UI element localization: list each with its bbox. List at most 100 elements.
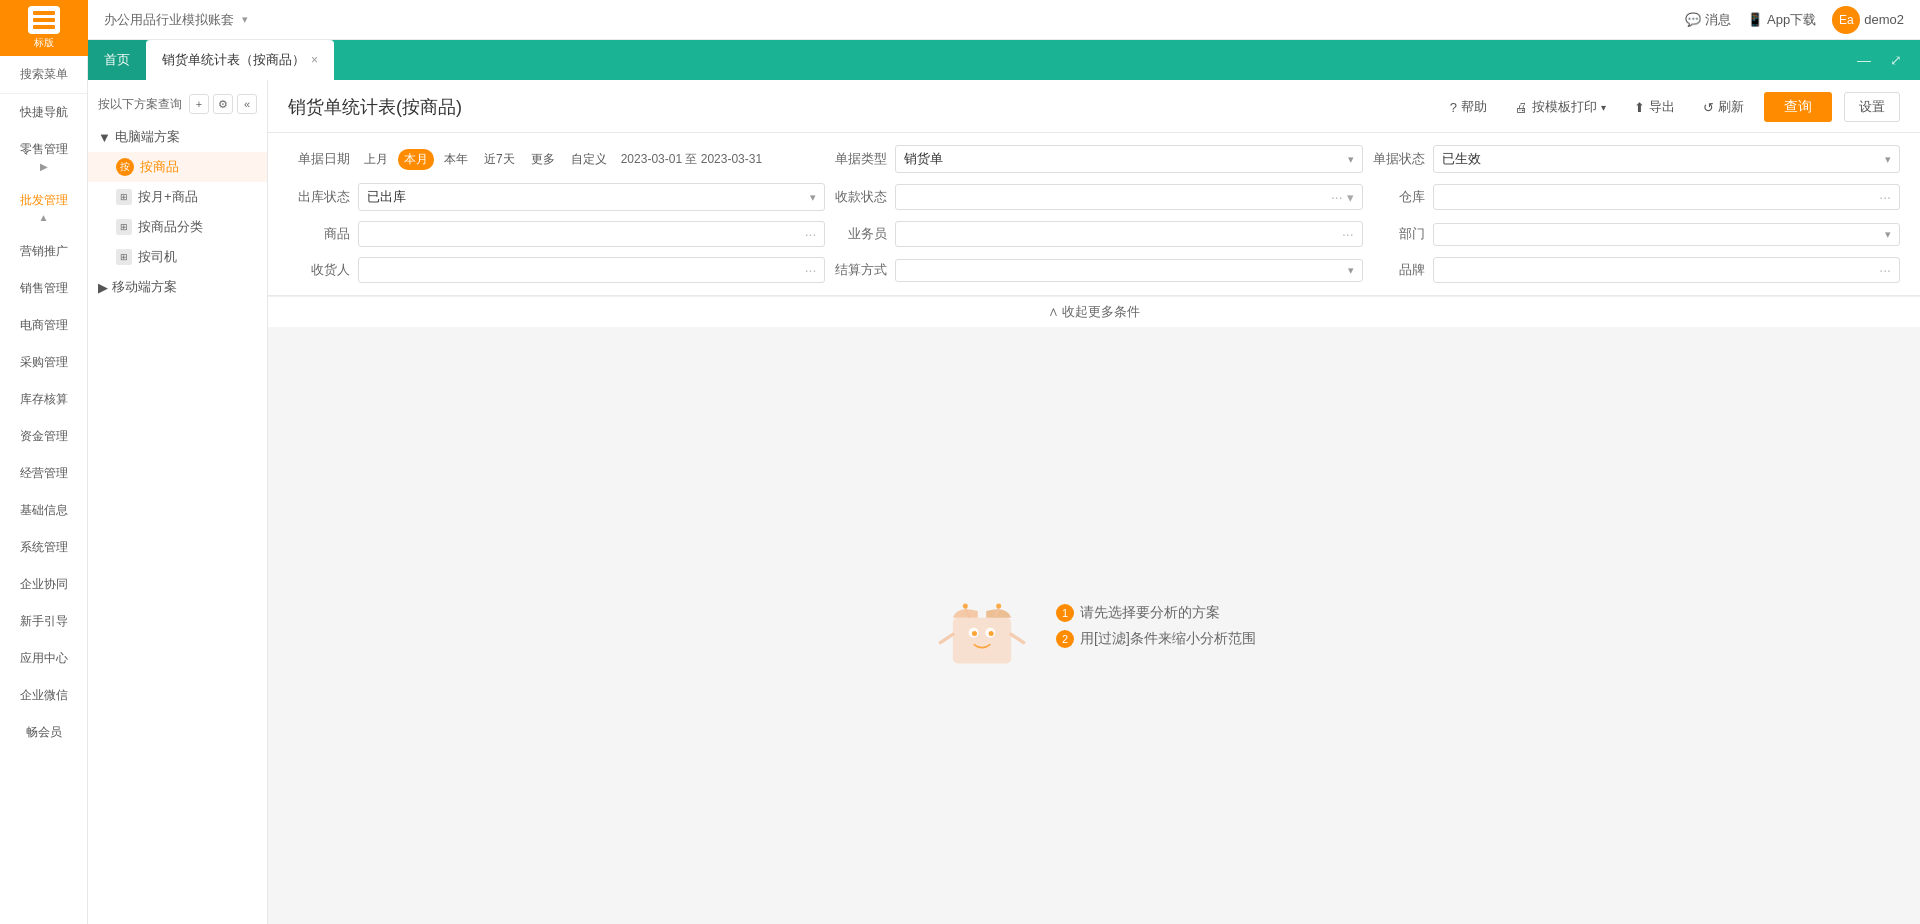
receiver-select[interactable]: ··· bbox=[358, 257, 825, 283]
scheme-by-printer[interactable]: ⊞ 按司机 bbox=[88, 242, 267, 272]
sidebar-item-quick-nav[interactable]: 快捷导航 bbox=[0, 94, 87, 131]
settle-dropdown-icon: ▾ bbox=[1348, 264, 1354, 277]
scheme-settings-button[interactable]: ⚙ bbox=[213, 94, 233, 114]
salesperson-cell: 业务员 ··· bbox=[825, 221, 1362, 247]
minimize-button[interactable]: — bbox=[1852, 48, 1876, 72]
nav-label: 营销推广 bbox=[20, 243, 68, 260]
query-button[interactable]: 查询 bbox=[1764, 92, 1832, 122]
svg-point-11 bbox=[996, 603, 1001, 608]
settings-button[interactable]: 设置 bbox=[1844, 92, 1900, 122]
dept-label: 部门 bbox=[1363, 225, 1433, 243]
help-icon: ? bbox=[1450, 100, 1457, 115]
this-month-btn[interactable]: 本月 bbox=[398, 149, 434, 170]
dept-select[interactable]: ▾ bbox=[1433, 223, 1900, 246]
sidebar-item-operations[interactable]: 经营管理 bbox=[0, 455, 87, 492]
sidebar-item-newbie[interactable]: 新手引导 bbox=[0, 603, 87, 640]
desktop-scheme-parent[interactable]: ▼ 电脑端方案 bbox=[88, 122, 267, 152]
help-button[interactable]: ? 帮助 bbox=[1442, 94, 1495, 120]
message-button[interactable]: 💬 消息 bbox=[1685, 11, 1731, 29]
sidebar-item-retail[interactable]: 零售管理 ▶ bbox=[0, 131, 87, 182]
header-left: 办公用品行业模拟账套 ▾ bbox=[104, 11, 248, 29]
nav-label: 库存核算 bbox=[20, 391, 68, 408]
warehouse-cell: 仓库 ··· bbox=[1363, 184, 1900, 210]
chevron-down-icon[interactable]: ▾ bbox=[242, 13, 248, 26]
tab-report-label: 销货单统计表（按商品） bbox=[162, 51, 305, 69]
add-scheme-button[interactable]: + bbox=[189, 94, 209, 114]
sidebar-item-purchase[interactable]: 采购管理 bbox=[0, 344, 87, 381]
nav-label: 新手引导 bbox=[20, 613, 68, 630]
empty-line-2: 2 用[过滤]条件来缩小分析范围 bbox=[1056, 630, 1256, 648]
out-status-select[interactable]: 已出库 ▾ bbox=[358, 183, 825, 211]
custom-date-btn[interactable]: 自定义 bbox=[565, 149, 613, 170]
tab-bar-actions: — ⤢ bbox=[1852, 48, 1920, 72]
warehouse-select[interactable]: ··· bbox=[1433, 184, 1900, 210]
out-status-label: 出库状态 bbox=[288, 188, 358, 206]
left-panel-icons: + ⚙ « bbox=[189, 94, 257, 114]
goods-select[interactable]: ··· bbox=[358, 221, 825, 247]
print-dropdown-icon[interactable]: ▾ bbox=[1601, 102, 1606, 113]
more-date-btn[interactable]: 更多 bbox=[525, 149, 561, 170]
sidebar-item-wholesale[interactable]: 批发管理 ▲ bbox=[0, 182, 87, 233]
svg-point-6 bbox=[972, 631, 977, 636]
close-icon[interactable]: × bbox=[311, 53, 318, 67]
chevron-right-icon: ▲ bbox=[39, 212, 49, 223]
doc-status-cell: 单据状态 已生效 ▾ bbox=[1363, 145, 1900, 173]
export-button[interactable]: ⬆ 导出 bbox=[1626, 94, 1683, 120]
scheme-by-month-goods[interactable]: ⊞ 按月+商品 bbox=[88, 182, 267, 212]
sidebar-item-appstore[interactable]: 应用中心 bbox=[0, 640, 87, 677]
logo-text: 标版 bbox=[34, 36, 54, 50]
sidebar-search[interactable]: 搜索菜单 bbox=[0, 56, 87, 94]
refresh-label: 刷新 bbox=[1718, 98, 1744, 116]
doc-status-select[interactable]: 已生效 ▾ bbox=[1433, 145, 1900, 173]
collapse-panel-button[interactable]: « bbox=[237, 94, 257, 114]
doc-type-select[interactable]: 销货单 ▾ bbox=[895, 145, 1362, 173]
pay-status-select[interactable]: ··· ▾ bbox=[895, 184, 1362, 210]
refresh-button[interactable]: ↺ 刷新 bbox=[1695, 94, 1752, 120]
sidebar-item-enterprise[interactable]: 企业协同 bbox=[0, 566, 87, 603]
brand-select[interactable]: ··· bbox=[1433, 257, 1900, 283]
brand-cell: 品牌 ··· bbox=[1363, 257, 1900, 283]
receiver-label: 收货人 bbox=[288, 261, 358, 279]
this-year-btn[interactable]: 本年 bbox=[438, 149, 474, 170]
export-icon: ⬆ bbox=[1634, 100, 1645, 115]
app-download-button[interactable]: 📱 App下载 bbox=[1747, 11, 1816, 29]
sidebar-item-system[interactable]: 系统管理 bbox=[0, 529, 87, 566]
tab-report[interactable]: 销货单统计表（按商品） × bbox=[146, 40, 334, 80]
doc-status-value: 已生效 bbox=[1442, 150, 1481, 168]
mobile-scheme-group: ▶ 移动端方案 bbox=[88, 272, 267, 302]
collapse-bar[interactable]: ∧ 收起更多条件 bbox=[268, 296, 1920, 327]
date-label: 单据日期 bbox=[288, 150, 358, 168]
scheme-grid-icon: ⊞ bbox=[116, 189, 132, 205]
nav-label: 系统管理 bbox=[20, 539, 68, 556]
sidebar-item-finance[interactable]: 资金管理 bbox=[0, 418, 87, 455]
out-status-cell: 出库状态 已出库 ▾ bbox=[288, 183, 825, 211]
last-7days-btn[interactable]: 近7天 bbox=[478, 149, 521, 170]
sidebar-item-sales[interactable]: 销售管理 bbox=[0, 270, 87, 307]
nav-label: 资金管理 bbox=[20, 428, 68, 445]
mobile-scheme-parent[interactable]: ▶ 移动端方案 bbox=[88, 272, 267, 302]
receiver-cell: 收货人 ··· bbox=[288, 257, 825, 283]
sidebar-item-wechat[interactable]: 企业微信 bbox=[0, 677, 87, 714]
nav-label: 畅会员 bbox=[26, 724, 62, 741]
page-title: 销货单统计表(按商品) bbox=[288, 95, 462, 119]
expand-button[interactable]: ⤢ bbox=[1884, 48, 1908, 72]
nav-label: 经营管理 bbox=[20, 465, 68, 482]
page-body: 按以下方案查询 + ⚙ « ▼ 电脑端方案 按 按商品 ⊞ 按月+ bbox=[88, 80, 1920, 924]
last-month-btn[interactable]: 上月 bbox=[358, 149, 394, 170]
user-menu[interactable]: Ea demo2 bbox=[1832, 6, 1904, 34]
sidebar-item-ecommerce[interactable]: 电商管理 bbox=[0, 307, 87, 344]
page-title-actions: ? 帮助 🖨 按模板打印 ▾ ⬆ 导出 ↺ 刷新 bbox=[1442, 92, 1900, 122]
sidebar-item-inventory[interactable]: 库存核算 bbox=[0, 381, 87, 418]
scheme-by-category[interactable]: ⊞ 按商品分类 bbox=[88, 212, 267, 242]
sidebar-item-member[interactable]: 畅会员 bbox=[0, 714, 87, 751]
scheme-by-goods[interactable]: 按 按商品 bbox=[88, 152, 267, 182]
sidebar-item-marketing[interactable]: 营销推广 bbox=[0, 233, 87, 270]
tree-arrow-icon: ▼ bbox=[98, 130, 111, 145]
receiver-dots: ··· bbox=[805, 262, 817, 278]
tab-home[interactable]: 首页 bbox=[88, 40, 146, 80]
sidebar-item-basic[interactable]: 基础信息 bbox=[0, 492, 87, 529]
salesperson-select[interactable]: ··· bbox=[895, 221, 1362, 247]
pay-status-dots: ··· bbox=[1331, 189, 1343, 205]
settle-select[interactable]: ▾ bbox=[895, 259, 1362, 282]
print-button[interactable]: 🖨 按模板打印 ▾ bbox=[1507, 94, 1614, 120]
